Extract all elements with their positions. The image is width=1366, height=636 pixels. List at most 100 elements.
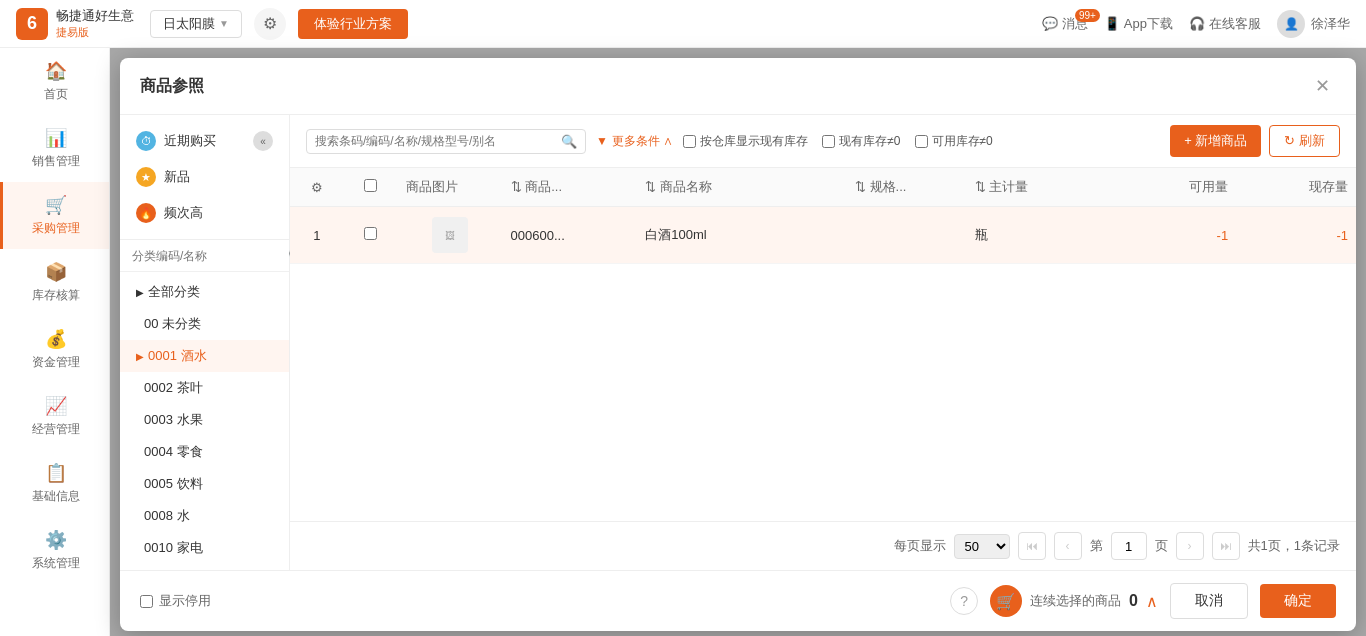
- chevron-right-icon: ▶: [136, 287, 144, 298]
- gear-button[interactable]: ⚙: [254, 8, 286, 40]
- category-0004[interactable]: 0004 零食: [120, 436, 289, 468]
- modal-close-button[interactable]: ✕: [1308, 72, 1336, 100]
- first-page-button[interactable]: ⏮: [1018, 532, 1046, 560]
- col-check-header[interactable]: [344, 168, 398, 207]
- refresh-button[interactable]: ↻ 刷新: [1269, 125, 1340, 157]
- chevron-right-icon: ▶: [136, 351, 144, 362]
- frequent-products[interactable]: 🔥 频次高: [120, 195, 289, 231]
- next-page-button[interactable]: ›: [1176, 532, 1204, 560]
- online-service[interactable]: 🎧 在线客服: [1189, 15, 1261, 33]
- topbar: 6 畅捷通好生意 捷易版 日太阳膜 ▼ ⚙ 体验行业方案 💬 消息 99+ 📱 …: [0, 0, 1366, 48]
- new-icon: ★: [136, 167, 156, 187]
- store-selector[interactable]: 日太阳膜 ▼: [150, 10, 242, 38]
- collapse-icon[interactable]: «: [253, 131, 273, 151]
- per-page-select[interactable]: 20 50 100: [954, 534, 1010, 559]
- logo-area: 6 畅捷通好生意 捷易版: [16, 7, 134, 40]
- col-spec-header[interactable]: ⇅ 规格...: [847, 168, 967, 207]
- product-thumbnail: 🖼: [432, 217, 468, 253]
- product-reference-modal: 商品参照 ✕ ⏱ 近期购买 « ★ 新: [120, 58, 1356, 631]
- col-settings-header[interactable]: ⚙: [290, 168, 344, 207]
- page-suffix: 页: [1155, 537, 1168, 555]
- last-page-button[interactable]: ⏭: [1212, 532, 1240, 560]
- row-stock: -1: [1236, 207, 1356, 264]
- app-download[interactable]: 📱 App下载: [1104, 15, 1173, 33]
- sidebar-item-finance[interactable]: 💰 资金管理: [0, 316, 109, 383]
- add-product-button[interactable]: + 新增商品: [1170, 125, 1261, 157]
- recent-icon: ⏱: [136, 131, 156, 151]
- sidebar-item-sales[interactable]: 📊 销售管理: [0, 115, 109, 182]
- help-icon[interactable]: ?: [950, 587, 978, 615]
- logo-text-area: 畅捷通好生意 捷易版: [56, 7, 134, 40]
- topbar-actions: ⚙ 体验行业方案: [254, 8, 408, 40]
- recent-purchases[interactable]: ⏱ 近期购买 «: [120, 123, 289, 159]
- notification-badge: 99+: [1075, 9, 1100, 22]
- nonzero-stock-checkbox[interactable]: 现有库存≠0: [822, 133, 900, 150]
- topbar-right: 💬 消息 99+ 📱 App下载 🎧 在线客服 👤 徐泽华: [1042, 10, 1350, 38]
- sidebar-item-label: 基础信息: [32, 488, 80, 505]
- notification-item[interactable]: 💬 消息 99+: [1042, 15, 1088, 33]
- nonzero-avail-checkbox[interactable]: 可用库存≠0: [915, 133, 993, 150]
- sidebar-item-label: 采购管理: [32, 220, 80, 237]
- new-products[interactable]: ★ 新品: [120, 159, 289, 195]
- col-stock-header[interactable]: 现存量: [1236, 168, 1356, 207]
- online-service-label: 在线客服: [1209, 15, 1261, 33]
- col-code-header[interactable]: ⇅ 商品...: [503, 168, 638, 207]
- warehouse-stock-checkbox[interactable]: 按仓库显示现有库存: [683, 133, 808, 150]
- category-0005[interactable]: 0005 饮料: [120, 468, 289, 500]
- freq-label: 频次高: [164, 204, 203, 222]
- modal-header: 商品参照 ✕: [120, 58, 1356, 115]
- logo-brand: 畅捷通好生意: [56, 7, 134, 25]
- user-info[interactable]: 👤 徐泽华: [1277, 10, 1350, 38]
- sidebar-item-label: 库存核算: [32, 287, 80, 304]
- row-check[interactable]: [344, 207, 398, 264]
- prev-page-button[interactable]: ‹: [1054, 532, 1082, 560]
- category-all[interactable]: ▶ 全部分类: [120, 276, 289, 308]
- col-img-header: 商品图片: [398, 168, 503, 207]
- col-avail-header[interactable]: 可用量: [1086, 168, 1236, 207]
- modal-title: 商品参照: [140, 76, 204, 97]
- page-label: 第: [1090, 537, 1103, 555]
- sidebar-item-home[interactable]: 🏠 首页: [0, 48, 109, 115]
- search-icon[interactable]: 🔍: [561, 134, 577, 149]
- total-info: 共1页，1条记录: [1248, 537, 1340, 555]
- row-available: -1: [1086, 207, 1236, 264]
- cart-icon[interactable]: 🛒: [990, 585, 1022, 617]
- cancel-button[interactable]: 取消: [1170, 583, 1248, 619]
- category-search-input[interactable]: [132, 249, 282, 263]
- search-input[interactable]: [315, 134, 557, 148]
- category-0010[interactable]: 0010 家电: [120, 532, 289, 564]
- table-toolbar: 🔍 ▼ 更多条件 ∧ 按仓库显示现有库存 现有库存≠0: [290, 115, 1356, 168]
- sidebar-item-basic-info[interactable]: 📋 基础信息: [0, 450, 109, 517]
- filter-button[interactable]: ▼ 更多条件 ∧: [596, 133, 673, 150]
- col-unit-header[interactable]: ⇅ 主计量: [967, 168, 1087, 207]
- category-0001[interactable]: ▶ 0001 酒水: [120, 340, 289, 372]
- show-disabled-label: 显示停用: [159, 592, 211, 610]
- category-00[interactable]: 00 未分类: [120, 308, 289, 340]
- experience-button[interactable]: 体验行业方案: [298, 9, 408, 39]
- category-search-area: 🔍: [120, 240, 289, 272]
- category-0003[interactable]: 0003 水果: [120, 404, 289, 436]
- sidebar-item-inventory[interactable]: 📦 库存核算: [0, 249, 109, 316]
- page-input[interactable]: [1111, 532, 1147, 560]
- row-img: 🖼: [398, 207, 503, 264]
- sidebar-item-label: 首页: [44, 86, 68, 103]
- filter-icon: ▼: [596, 134, 608, 148]
- category-0008[interactable]: 0008 水: [120, 500, 289, 532]
- sidebar-item-label: 经营管理: [32, 421, 80, 438]
- username: 徐泽华: [1311, 15, 1350, 33]
- checkbox-group: 按仓库显示现有库存 现有库存≠0 可用库存≠0: [683, 133, 993, 150]
- headset-icon: 🎧: [1189, 16, 1205, 31]
- category-0002[interactable]: 0002 茶叶: [120, 372, 289, 404]
- col-name-header[interactable]: ⇅ 商品名称: [637, 168, 847, 207]
- confirm-button[interactable]: 确定: [1260, 584, 1336, 618]
- sidebar-item-system[interactable]: ⚙️ 系统管理: [0, 517, 109, 584]
- collapse-footer-icon[interactable]: ∧: [1146, 592, 1158, 611]
- home-icon: 🏠: [45, 60, 67, 82]
- phone-icon: 📱: [1104, 16, 1120, 31]
- sidebar-item-purchase[interactable]: 🛒 采购管理: [0, 182, 109, 249]
- sidebar-item-operations[interactable]: 📈 经营管理: [0, 383, 109, 450]
- recent-label: 近期购买: [164, 132, 216, 150]
- table-row[interactable]: 1 🖼 000600... 白酒100ml 瓶 -1: [290, 207, 1356, 264]
- show-disabled-checkbox[interactable]: 显示停用: [140, 592, 211, 610]
- sidebar: 🏠 首页 📊 销售管理 🛒 采购管理 📦 库存核算 💰 资金管理 📈 经营管理 …: [0, 48, 110, 636]
